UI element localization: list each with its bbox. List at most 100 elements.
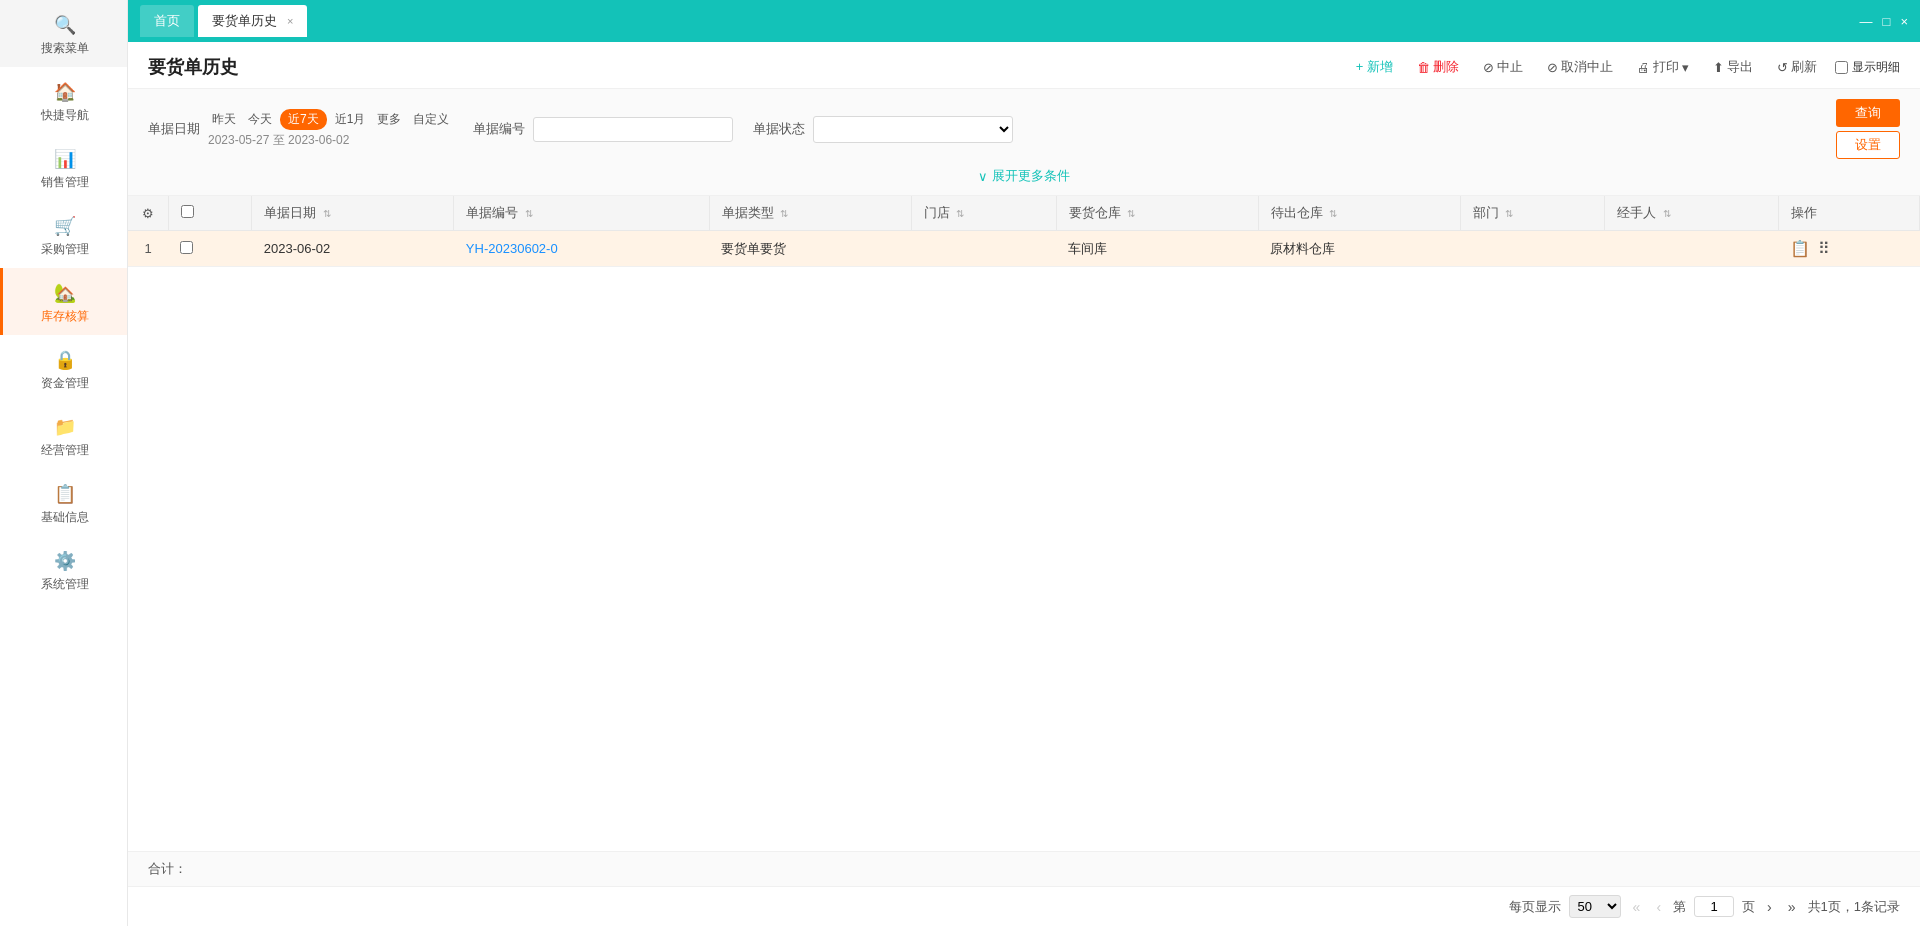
sidebar-item-sales[interactable]: 📊销售管理 — [0, 134, 127, 201]
col-dept[interactable]: 部门 ⇅ — [1460, 196, 1605, 231]
date-range-text: 2023-05-27 至 2023-06-02 — [208, 132, 453, 149]
col-doctype[interactable]: 单据类型 ⇅ — [709, 196, 911, 231]
tab-active-label: 要货单历史 — [212, 12, 277, 30]
main-area: 首页 要货单历史 × — □ × 要货单历史 + 新增 🗑 删除 — [128, 0, 1920, 926]
date-shortcut-4[interactable]: 更多 — [373, 109, 405, 130]
refresh-button[interactable]: ↺ 刷新 — [1771, 54, 1823, 80]
sidebar-label-sales: 销售管理 — [41, 174, 89, 191]
refresh-label: 刷新 — [1791, 58, 1817, 76]
first-page-btn[interactable]: « — [1629, 897, 1645, 917]
sidebar-item-operations[interactable]: 📁 经营管理 — [0, 402, 127, 469]
sort-docnum-icon: ⇅ — [525, 208, 533, 219]
row-docnum-link[interactable]: YH-20230602-0 — [466, 241, 558, 256]
date-shortcut-0[interactable]: 昨天 — [208, 109, 240, 130]
topbar-right-controls: — □ × — [1860, 14, 1908, 29]
date-shortcut-5[interactable]: 自定义 — [409, 109, 453, 130]
export-icon: ⬆ — [1713, 60, 1724, 75]
row-docnum: YH-20230602-0 — [454, 231, 709, 267]
doc-num-input[interactable] — [533, 117, 733, 142]
display-detail-toggle[interactable]: 显示明细 — [1835, 59, 1900, 76]
filter-bar: 单据日期 昨天今天近7天近1月更多自定义 2023-05-27 至 2023-06… — [128, 89, 1920, 196]
window-minimize-btn[interactable]: — — [1860, 14, 1873, 29]
status-select[interactable] — [813, 116, 1013, 143]
date-shortcut-2[interactable]: 近7天 — [280, 109, 327, 130]
filter-actions: 查询 设置 — [1836, 99, 1900, 159]
last-page-btn[interactable]: » — [1784, 897, 1800, 917]
col-date[interactable]: 单据日期 ⇅ — [252, 196, 454, 231]
row-checkbox[interactable] — [168, 231, 252, 267]
stop-icon: ⊘ — [1483, 60, 1494, 75]
col-pending-warehouse[interactable]: 待出仓库 ⇅ — [1258, 196, 1460, 231]
col-handler[interactable]: 经手人 ⇅ — [1605, 196, 1778, 231]
prev-page-btn[interactable]: ‹ — [1652, 897, 1665, 917]
sidebar-item-search[interactable]: 🔍搜索菜单 — [0, 0, 127, 67]
row-doctype: 要货单要货 — [709, 231, 911, 267]
sidebar-item-basic[interactable]: 📋基础信息 — [0, 469, 127, 536]
sidebar-label-basic: 基础信息 — [41, 509, 89, 526]
row-num: 1 — [128, 231, 168, 267]
date-shortcuts: 昨天今天近7天近1月更多自定义 2023-05-27 至 2023-06-02 — [208, 109, 453, 149]
sidebar-label-search: 搜索菜单 — [41, 40, 89, 57]
page-size-select[interactable]: 50 20 100 200 — [1569, 895, 1621, 918]
sidebar-item-inventory[interactable]: 🏡库存核算 — [0, 268, 127, 335]
delete-button[interactable]: 🗑 删除 — [1411, 54, 1465, 80]
expand-label: 展开更多条件 — [992, 167, 1070, 185]
delete-label: 删除 — [1433, 58, 1459, 76]
date-shortcut-1[interactable]: 今天 — [244, 109, 276, 130]
window-close-btn[interactable]: × — [1900, 14, 1908, 29]
export-button[interactable]: ⬆ 导出 — [1707, 54, 1759, 80]
tab-active[interactable]: 要货单历史 × — [198, 5, 307, 37]
date-filter-label: 单据日期 — [148, 120, 200, 138]
sidebar-label-inventory: 库存核算 — [41, 308, 89, 325]
row-ops: 📋 ⠿ — [1778, 231, 1919, 267]
next-page-btn[interactable]: › — [1763, 897, 1776, 917]
refresh-icon: ↺ — [1777, 60, 1788, 75]
row-more-btn[interactable]: ⠿ — [1818, 239, 1830, 258]
page-label-prefix: 第 — [1673, 898, 1686, 916]
col-req-warehouse[interactable]: 要货仓库 ⇅ — [1056, 196, 1258, 231]
setting-button[interactable]: 设置 — [1836, 131, 1900, 159]
status-label: 单据状态 — [753, 120, 805, 138]
toolbar: + 新增 🗑 删除 ⊘ 中止 ⊘ 取消中止 🖨 打印 ▾ — [1350, 54, 1900, 80]
window-maximize-btn[interactable]: □ — [1883, 14, 1891, 29]
query-button[interactable]: 查询 — [1836, 99, 1900, 127]
topbar: 首页 要货单历史 × — □ × — [128, 0, 1920, 42]
col-docnum[interactable]: 单据编号 ⇅ — [454, 196, 709, 231]
operations-icon: 📁 — [54, 416, 76, 438]
cancel-stop-label: 取消中止 — [1561, 58, 1613, 76]
expand-more-btn[interactable]: ∨ 展开更多条件 — [148, 167, 1900, 185]
sidebar-label-purchase: 采购管理 — [41, 241, 89, 258]
col-settings[interactable]: ⚙ — [128, 196, 168, 231]
tab-close-icon[interactable]: × — [287, 15, 293, 27]
stop-button[interactable]: ⊘ 中止 — [1477, 54, 1529, 80]
new-button[interactable]: + 新增 — [1350, 54, 1399, 80]
tab-home[interactable]: 首页 — [140, 5, 194, 37]
print-button[interactable]: 🖨 打印 ▾ — [1631, 54, 1695, 80]
cancel-stop-button[interactable]: ⊘ 取消中止 — [1541, 54, 1619, 80]
print-dropdown-icon: ▾ — [1682, 60, 1689, 75]
sidebar-label-shortcut: 快捷导航 — [41, 107, 89, 124]
filter-group-date: 单据日期 昨天今天近7天近1月更多自定义 2023-05-27 至 2023-06… — [148, 109, 453, 149]
select-all-checkbox[interactable] — [181, 205, 194, 218]
sidebar-item-finance[interactable]: 🔒资金管理 — [0, 335, 127, 402]
row-store — [911, 231, 1056, 267]
table-row: 1 2023-06-02 YH-20230602-0 要货单要货 车间库 原材料… — [128, 231, 1920, 267]
sidebar-label-operations: 经营管理 — [41, 442, 89, 459]
row-date: 2023-06-02 — [252, 231, 454, 267]
sidebar-item-system[interactable]: ⚙️系统管理 — [0, 536, 127, 603]
table-body: 1 2023-06-02 YH-20230602-0 要货单要货 车间库 原材料… — [128, 231, 1920, 267]
page-number-input[interactable] — [1694, 896, 1734, 917]
col-checkbox — [168, 196, 252, 231]
cancel-stop-icon: ⊘ — [1547, 60, 1558, 75]
col-store[interactable]: 门店 ⇅ — [911, 196, 1056, 231]
date-shortcut-3[interactable]: 近1月 — [331, 109, 370, 130]
sidebar: 🔍搜索菜单 🏠 快捷导航 📊销售管理🛒采购管理🏡库存核算🔒资金管理 📁 经营管理 📋基础信息… — [0, 0, 128, 926]
table-footer: 合计： — [128, 851, 1920, 886]
sidebar-item-purchase[interactable]: 🛒采购管理 — [0, 201, 127, 268]
display-detail-checkbox[interactable] — [1835, 61, 1848, 74]
sidebar-item-shortcut[interactable]: 🏠 快捷导航 — [0, 67, 127, 134]
row-edit-btn[interactable]: 📋 — [1790, 239, 1810, 258]
shortcut-icon: 🏠 — [54, 81, 76, 103]
export-label: 导出 — [1727, 58, 1753, 76]
expand-icon: ∨ — [978, 169, 988, 184]
